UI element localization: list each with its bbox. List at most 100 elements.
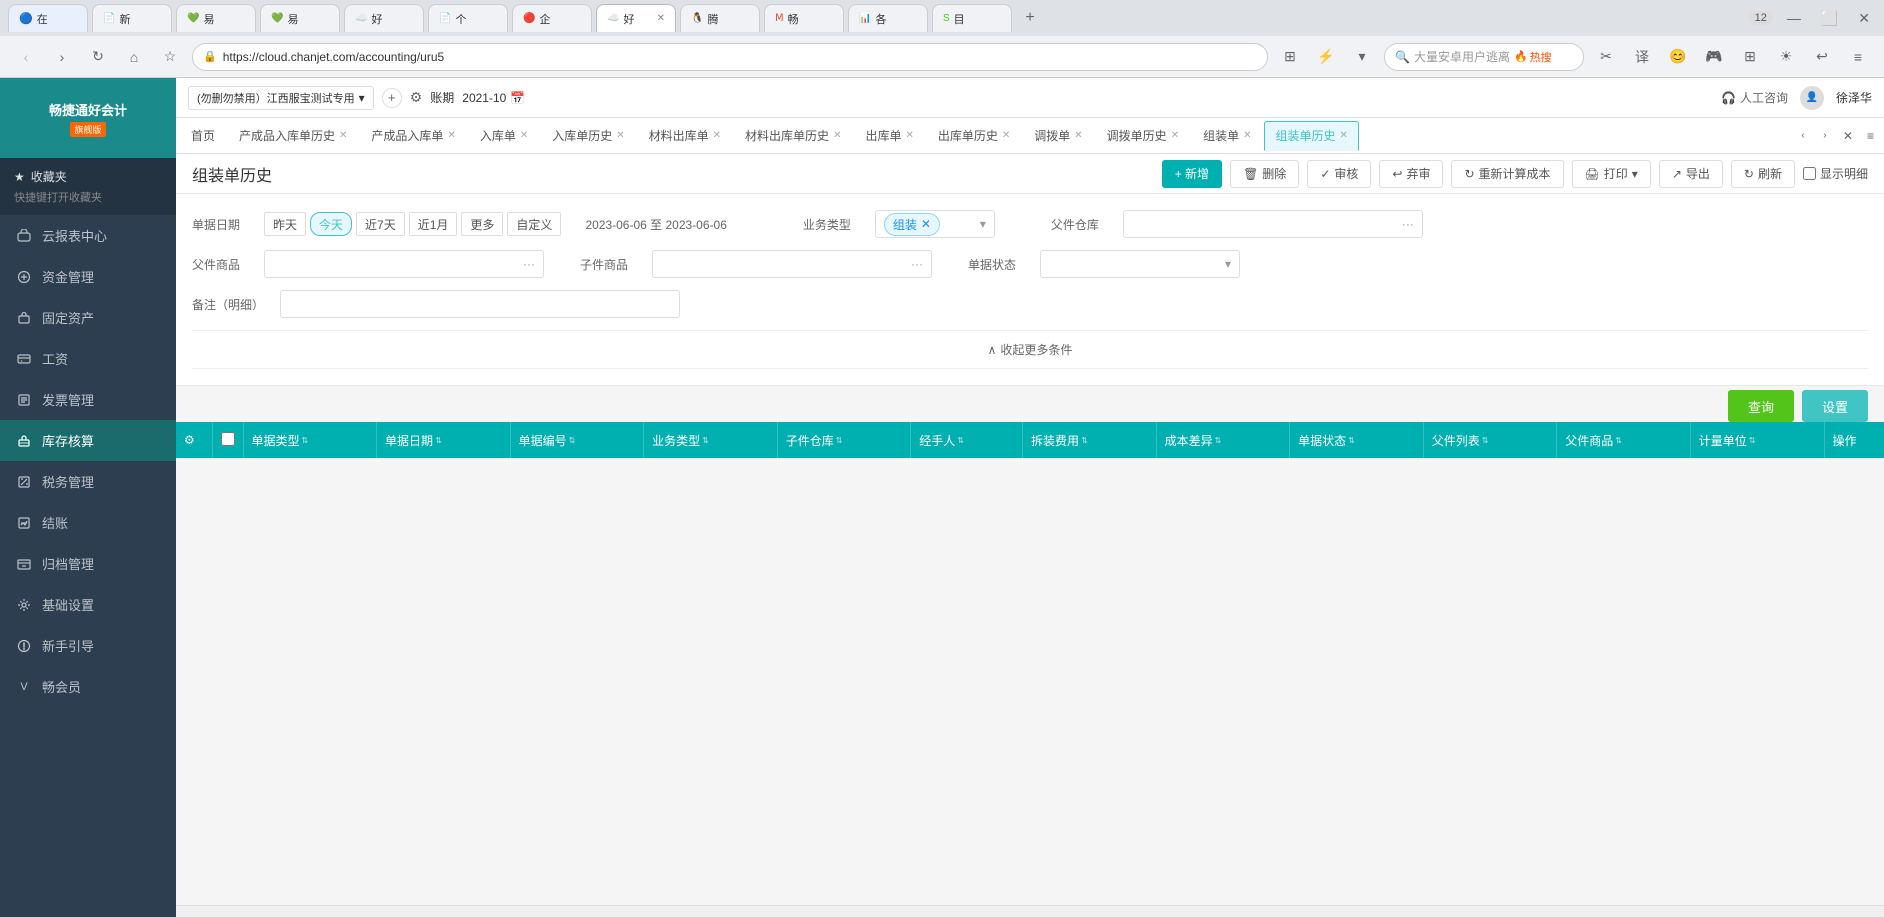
translate-button[interactable]: 译: [1628, 43, 1656, 71]
nav-tab-6-close[interactable]: ✕: [833, 130, 841, 141]
more-dates-btn[interactable]: 更多: [461, 212, 503, 236]
sort-parent-list-icon[interactable]: ⇅: [1482, 436, 1489, 445]
sidebar-item-fixed-asset[interactable]: 固定资产: [0, 297, 176, 338]
user-avatar[interactable]: 👤: [1800, 86, 1824, 110]
remarks-input[interactable]: [280, 290, 680, 318]
scissors-button[interactable]: ✂: [1592, 43, 1620, 71]
sidebar-item-inventory[interactable]: 库存核算: [0, 420, 176, 461]
service-button[interactable]: 🎧 人工咨询: [1721, 89, 1788, 106]
child-goods-input[interactable]: ···: [652, 250, 932, 278]
sidebar-item-fund[interactable]: 资金管理: [0, 256, 176, 297]
emoji1-button[interactable]: 😊: [1664, 43, 1692, 71]
delete-button[interactable]: 🗑 删除: [1230, 160, 1299, 188]
close-tab-8-icon[interactable]: ✕: [657, 13, 665, 24]
audit-button[interactable]: ✓ 审核: [1307, 160, 1371, 188]
sidebar-item-settle[interactable]: 结账: [0, 502, 176, 543]
th-checkbox[interactable]: [212, 422, 243, 458]
sidebar-item-member[interactable]: V 畅会员: [0, 666, 176, 707]
maximize-button[interactable]: ⬜: [1815, 10, 1844, 27]
bolt-button[interactable]: ⚡: [1312, 43, 1340, 71]
nav-tab-11[interactable]: 组装单 ✕: [1192, 121, 1262, 151]
nav-tab-2[interactable]: 产成品入库单 ✕: [360, 121, 466, 151]
sidebar-item-tax[interactable]: 税务管理: [0, 461, 176, 502]
nav-tab-1[interactable]: 产成品入库单历史 ✕: [228, 121, 358, 151]
sidebar-item-salary[interactable]: 工资: [0, 338, 176, 379]
nav-tab-2-close[interactable]: ✕: [447, 130, 455, 141]
1month-btn[interactable]: 近1月: [409, 212, 458, 236]
nav-tab-7-close[interactable]: ✕: [905, 130, 913, 141]
nav-tab-8[interactable]: 出库单历史 ✕: [927, 121, 1021, 151]
nav-tab-5[interactable]: 材料出库单 ✕: [638, 121, 732, 151]
biz-type-selector[interactable]: 组装 ✕ ▾: [875, 210, 995, 238]
browser-tab-7[interactable]: 🔴 企: [512, 4, 592, 32]
brightness-button[interactable]: ☀: [1772, 43, 1800, 71]
refresh-button[interactable]: ↻ 刷新: [1731, 160, 1795, 188]
horizontal-scrollbar[interactable]: [176, 905, 1884, 917]
sidebar-item-archive[interactable]: 归档管理: [0, 543, 176, 584]
browser-tab-4[interactable]: 💚 易: [260, 4, 340, 32]
recalc-button[interactable]: ↻ 重新计算成本: [1451, 160, 1563, 188]
browser-tab-2[interactable]: 📄 新: [92, 4, 172, 32]
nav-tab-7[interactable]: 出库单 ✕: [854, 121, 924, 151]
child-goods-field[interactable]: [661, 257, 911, 271]
browser-tab-1[interactable]: 🔵 在: [8, 4, 88, 32]
yesterday-btn[interactable]: 昨天: [264, 212, 306, 236]
grid-button[interactable]: ⊞: [1276, 43, 1304, 71]
dropdown-button[interactable]: ▾: [1348, 43, 1376, 71]
sidebar-item-invoice[interactable]: 发票管理: [0, 379, 176, 420]
status-selector[interactable]: ▾: [1040, 250, 1240, 278]
gear-settings-icon[interactable]: ⚙: [184, 433, 195, 447]
game-button[interactable]: 🎮: [1700, 43, 1728, 71]
sidebar-item-settings[interactable]: 基础设置: [0, 584, 176, 625]
nav-tab-4[interactable]: 入库单历史 ✕: [541, 121, 635, 151]
abandon-button[interactable]: ↩ 弃审: [1379, 160, 1443, 188]
calendar-icon[interactable]: 📅: [510, 91, 525, 105]
print-button[interactable]: 🖨 打印 ▾: [1572, 160, 1651, 188]
sort-child-wh-icon[interactable]: ⇅: [836, 436, 843, 445]
query-button[interactable]: 查询: [1728, 390, 1794, 422]
sort-parent-goods-icon[interactable]: ⇅: [1615, 436, 1622, 445]
parent-wh-more-btn[interactable]: ···: [1402, 217, 1414, 231]
browser-tab-10[interactable]: Ⅿ 畅: [764, 4, 844, 32]
nav-tab-home[interactable]: 首页: [180, 121, 226, 151]
back-button[interactable]: ‹: [12, 43, 40, 71]
browser-tab-6[interactable]: 📄 个: [428, 4, 508, 32]
menu-button[interactable]: ≡: [1844, 43, 1872, 71]
nav-tab-3[interactable]: 入库单 ✕: [469, 121, 539, 151]
browser-tab-3[interactable]: 💚 易: [176, 4, 256, 32]
parent-goods-more-btn[interactable]: ···: [523, 257, 535, 271]
nav-tab-6[interactable]: 材料出库单历史 ✕: [734, 121, 852, 151]
nav-tab-5-close[interactable]: ✕: [713, 130, 721, 141]
apps-button[interactable]: ⊞: [1736, 43, 1764, 71]
home-button[interactable]: ⌂: [120, 43, 148, 71]
bookmark-button[interactable]: ☆: [156, 43, 184, 71]
parent-wh-input-container[interactable]: ···: [1123, 210, 1423, 238]
th-settings[interactable]: ⚙: [176, 422, 212, 458]
undo-button[interactable]: ↩: [1808, 43, 1836, 71]
sort-bill-no-icon[interactable]: ⇅: [569, 436, 576, 445]
minimize-button[interactable]: —: [1781, 10, 1807, 26]
sort-disassembly-icon[interactable]: ⇅: [1081, 436, 1088, 445]
browser-tab-11[interactable]: 📊 各: [848, 4, 928, 32]
sort-bill-status-icon[interactable]: ⇅: [1348, 436, 1355, 445]
custom-date-btn[interactable]: 自定义: [507, 212, 561, 236]
select-all-checkbox[interactable]: [221, 432, 235, 446]
reload-button[interactable]: ↻: [84, 43, 112, 71]
sort-unit-icon[interactable]: ⇅: [1749, 436, 1756, 445]
sort-bill-date-icon[interactable]: ⇅: [435, 436, 442, 445]
parent-goods-field[interactable]: [273, 257, 523, 271]
export-button[interactable]: ↗ 导出: [1659, 160, 1723, 188]
add-button[interactable]: + 新增: [1162, 160, 1222, 188]
7days-btn[interactable]: 近7天: [356, 212, 405, 236]
forward-button[interactable]: ›: [48, 43, 76, 71]
child-goods-more-btn[interactable]: ···: [911, 257, 923, 271]
nav-tab-8-close[interactable]: ✕: [1002, 130, 1010, 141]
nav-left-arrow[interactable]: ‹: [1793, 121, 1813, 151]
today-btn[interactable]: 今天: [310, 212, 352, 236]
nav-tab-9[interactable]: 调拨单 ✕: [1023, 121, 1093, 151]
nav-tab-10-close[interactable]: ✕: [1171, 130, 1179, 141]
sort-bill-type-icon[interactable]: ⇅: [302, 436, 309, 445]
collapse-btn[interactable]: ∧ 收起更多条件: [988, 335, 1073, 364]
sort-cost-diff-icon[interactable]: ⇅: [1215, 436, 1222, 445]
close-all-tabs-button[interactable]: ✕: [1837, 129, 1859, 143]
